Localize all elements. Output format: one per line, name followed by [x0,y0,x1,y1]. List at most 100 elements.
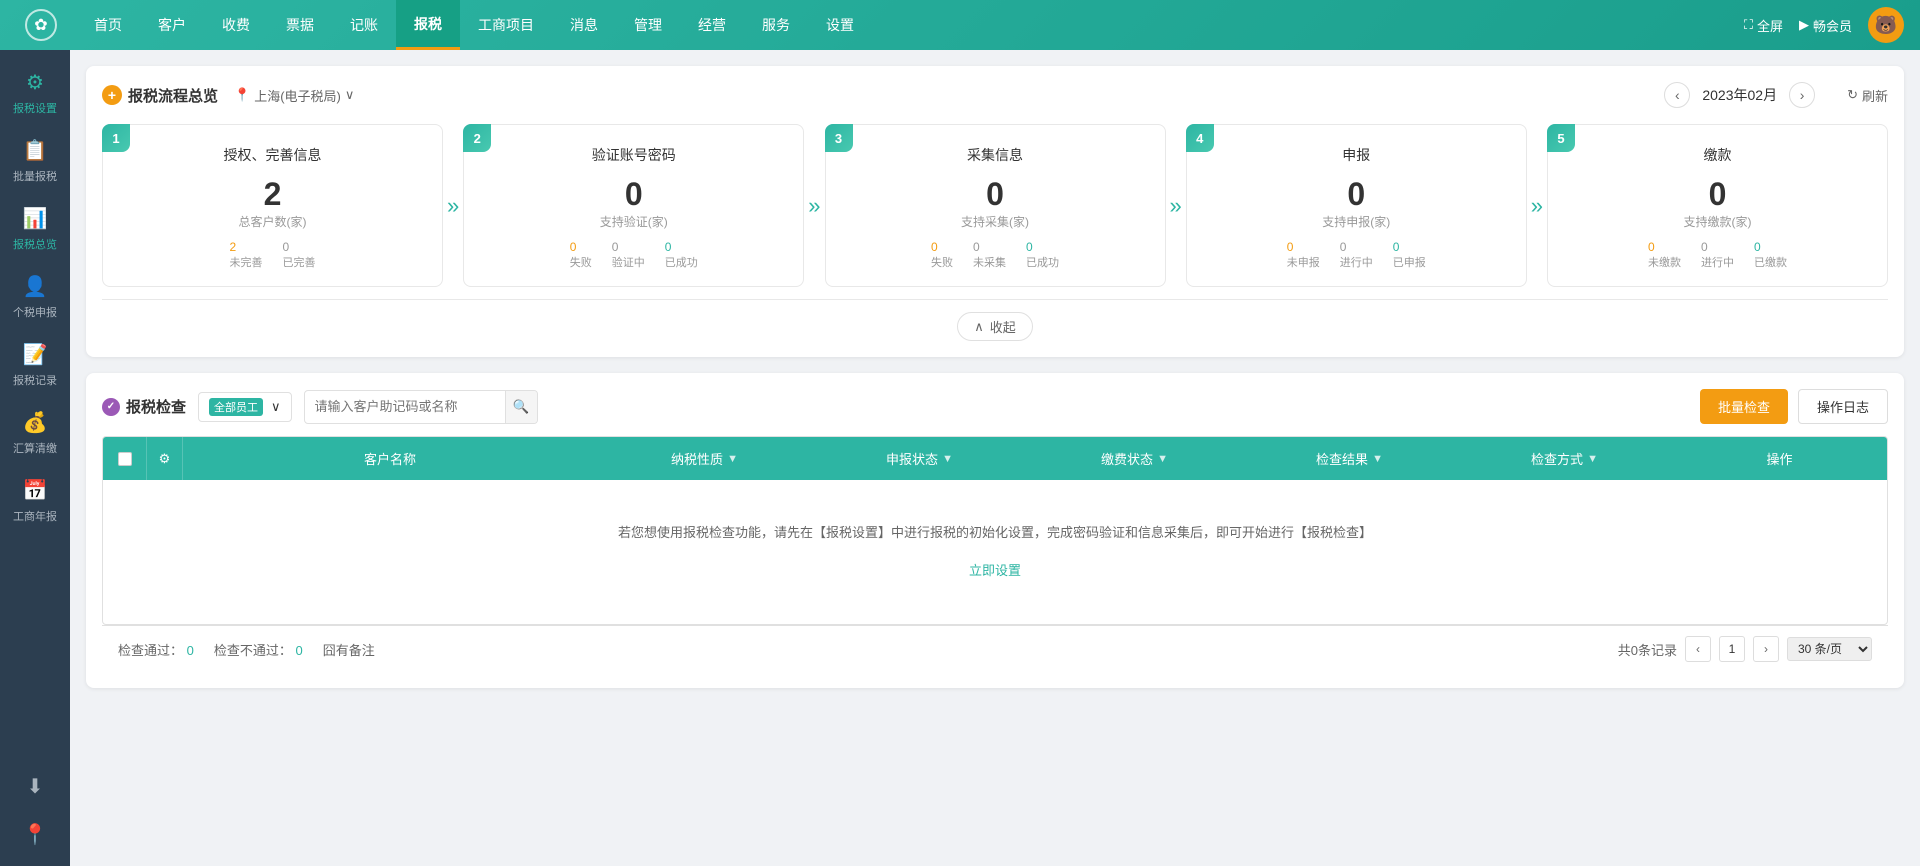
employee-selector[interactable]: 全部员工 ∨ [198,392,292,422]
prev-month-button[interactable]: ‹ [1664,82,1690,108]
th-label-declare: 申报状态 [886,449,938,468]
step-sub-4: 支持申报(家) [1201,213,1512,230]
user-avatar[interactable]: 🐻 [1868,7,1904,43]
fail-count-value[interactable]: 0 [296,643,303,658]
pass-count-label: 检查通过： 0 [118,640,194,659]
step4-val-2: 0 [1340,240,1347,254]
check-table: ⚙ 客户名称 纳税性质 ▼ 申报状态 ▼ 缴费状态 ▼ [102,436,1888,625]
step-count-4: 0 [1201,175,1512,213]
nav-tax[interactable]: 报税 [396,0,460,50]
nav-operation[interactable]: 经营 [680,0,744,50]
sidebar-item-personal-tax[interactable]: 👤 个税申报 [0,262,70,330]
step1-label-2: 已完善 [283,254,316,270]
step-sub-3: 支持采集(家) [840,213,1151,230]
filter-icon-3[interactable]: ▼ [1157,453,1168,465]
overview-title-icon: + [102,85,122,105]
step2-label-3: 已成功 [665,254,698,270]
sidebar-bottom: ⬇ 📍 [0,762,70,858]
collapse-button[interactable]: ∧ 收起 [957,312,1033,341]
location-selector[interactable]: 📍 上海(电子税局) ∨ [234,86,354,105]
per-page-selector[interactable]: 30 条/页 50 条/页 100 条/页 [1787,637,1872,661]
arrow-1-2: » [443,124,463,287]
step3-val-2: 0 [973,240,980,254]
step3-val-3: 0 [1026,240,1033,254]
sidebar-label-clearing: 汇算清缴 [13,440,57,456]
chevron-down-icon: ∨ [345,87,355,103]
member-button[interactable]: ▶ 畅会员 [1799,16,1852,35]
th-label-operation: 操作 [1766,449,1792,468]
step1-stat-2: 0 已完善 [283,240,316,270]
step-stats-1: 2 未完善 0 已完善 [117,240,428,270]
pass-count-value[interactable]: 0 [187,643,194,658]
nav-fee[interactable]: 收费 [204,0,268,50]
prev-page-button[interactable]: ‹ [1685,636,1711,662]
sidebar-item-tax-overview[interactable]: 📊 报税总览 [0,194,70,262]
step-title-1: 授权、完善信息 [117,141,428,165]
current-month: 2023年02月 [1702,85,1777,105]
sidebar-item-tax-settings[interactable]: ⚙ 报税设置 [0,58,70,126]
step-count-2: 0 [478,175,789,213]
th-label-pay: 缴费状态 [1101,449,1153,468]
overview-title-text: 报税流程总览 [128,85,218,106]
clearing-icon: 💰 [21,408,49,436]
fullscreen-button[interactable]: ⛶ 全屏 [1744,16,1783,35]
filter-icon-4[interactable]: ▼ [1372,453,1383,465]
tax-overview-icon: 📊 [21,204,49,232]
sidebar-item-batch-tax[interactable]: 📋 批量报税 [0,126,70,194]
nav-business[interactable]: 工商项目 [460,0,552,50]
header-gear-cell: ⚙ [147,437,183,480]
filter-icon-5[interactable]: ▼ [1587,453,1598,465]
collapse-row: ∧ 收起 [102,312,1888,341]
step-card-1: 1 授权、完善信息 2 总客户数(家) 2 未完善 0 已完善 [102,124,443,287]
next-page-button[interactable]: › [1753,636,1779,662]
step-num-2: 2 [463,124,491,152]
nav-customer[interactable]: 客户 [140,0,204,50]
nav-settings[interactable]: 设置 [808,0,872,50]
nav-service[interactable]: 服务 [744,0,808,50]
overview-header: + 报税流程总览 📍 上海(电子税局) ∨ ‹ 2023年02月 › ↻ 刷新 [102,82,1888,108]
pass-label: 检查通过： [118,643,183,658]
step4-val-1: 0 [1287,240,1294,254]
step2-val-2: 0 [612,240,619,254]
sidebar-item-clearing[interactable]: 💰 汇算清缴 [0,398,70,466]
nav-message[interactable]: 消息 [552,0,616,50]
select-all-checkbox[interactable] [118,452,132,466]
batch-check-button[interactable]: 批量检查 [1700,389,1788,424]
operation-log-button[interactable]: 操作日志 [1798,389,1888,424]
step1-label-1: 未完善 [230,254,263,270]
setup-link[interactable]: 立即设置 [969,563,1021,578]
nav-accounting[interactable]: 记账 [332,0,396,50]
filter-icon-1[interactable]: ▼ [727,453,738,465]
filter-icon-2[interactable]: ▼ [942,453,953,465]
member-label: 畅会员 [1813,16,1852,35]
location-icon2: 📍 [234,87,250,103]
step2-stat-1: 0 失败 [570,240,592,270]
sidebar-item-download[interactable]: ⬇ [0,762,70,810]
month-navigation: ‹ 2023年02月 › [1664,82,1815,108]
step4-stat-1: 0 未申报 [1287,240,1320,270]
search-input[interactable] [305,393,505,420]
app-logo: ✿ [16,0,66,50]
refresh-button[interactable]: ↻ 刷新 [1847,86,1888,105]
nav-invoice[interactable]: 票据 [268,0,332,50]
step-stats-2: 0 失败 0 验证中 0 已成功 [478,240,789,270]
sidebar-item-location[interactable]: 📍 [0,810,70,858]
table-footer: 检查通过： 0 检查不通过： 0 囧有备注 共0条记录 ‹ 1 › 30 条/页 [102,625,1888,672]
step-title-4: 申报 [1201,141,1512,165]
next-month-button[interactable]: › [1789,82,1815,108]
step3-stat-3: 0 已成功 [1026,240,1059,270]
search-button[interactable]: 🔍 [505,391,537,423]
nav-management[interactable]: 管理 [616,0,680,50]
sidebar-item-annual-report[interactable]: 📅 工商年报 [0,466,70,534]
footer-stats: 检查通过： 0 检查不通过： 0 囧有备注 [118,640,375,659]
main-content: + 报税流程总览 📍 上海(电子税局) ∨ ‹ 2023年02月 › ↻ 刷新 [70,50,1920,866]
check-title-icon: ✓ [102,398,120,416]
top-navigation: ✿ 首页 客户 收费 票据 记账 报税 工商项目 消息 管理 经营 服务 设置 … [0,0,1920,50]
step5-val-3: 0 [1754,240,1761,254]
step-title-5: 缴款 [1562,141,1873,165]
column-settings-icon[interactable]: ⚙ [159,451,171,467]
step5-val-1: 0 [1648,240,1655,254]
sidebar-item-tax-records[interactable]: 📝 报税记录 [0,330,70,398]
nav-home[interactable]: 首页 [76,0,140,50]
nav-menu: 首页 客户 收费 票据 记账 报税 工商项目 消息 管理 经营 服务 设置 [76,0,1744,50]
